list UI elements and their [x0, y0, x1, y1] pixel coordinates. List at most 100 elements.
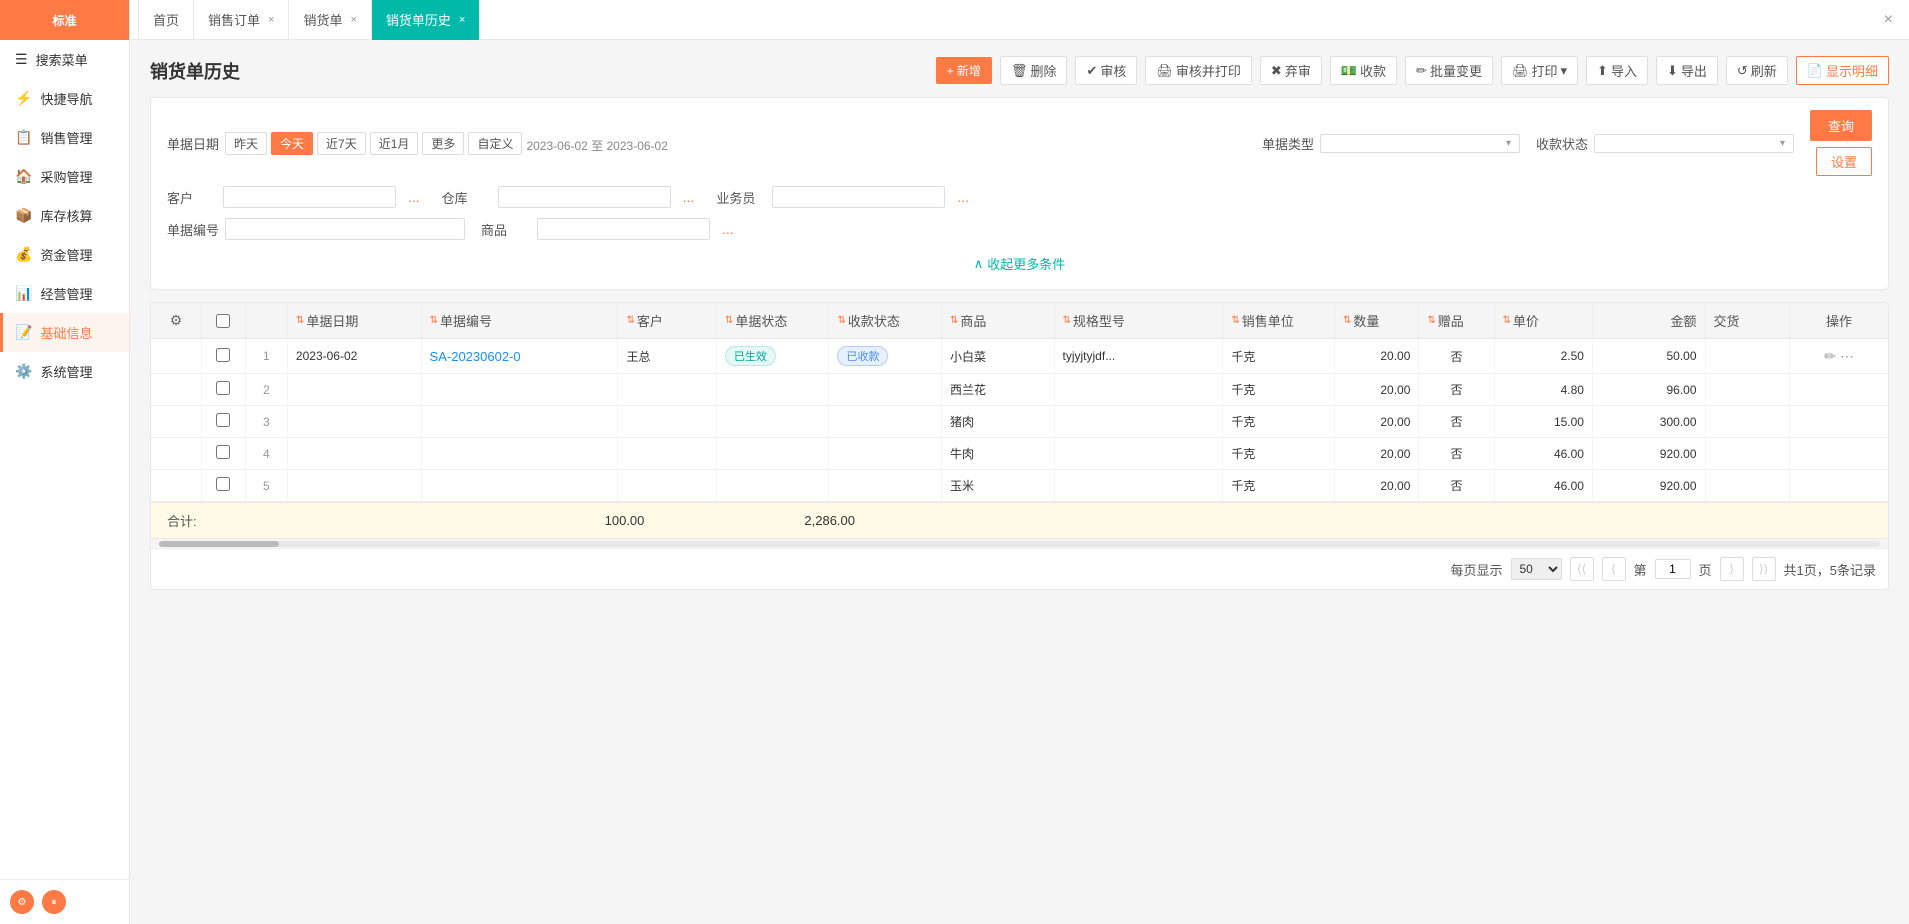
sidebar-collapse-icon[interactable]: ⏸ — [42, 890, 66, 914]
row-check[interactable] — [202, 374, 246, 406]
sidebar-item-search-menu[interactable]: ☰ 搜索菜单 — [0, 40, 129, 79]
row-check[interactable] — [202, 406, 246, 438]
col-status-header[interactable]: ⇅ 单据状态 — [716, 303, 829, 339]
more-icon[interactable]: ⋯ — [1840, 348, 1854, 364]
col-unit-header[interactable]: ⇅ 销售单位 — [1223, 303, 1335, 339]
tab-sales-order[interactable]: 销售订单 × — [194, 0, 289, 40]
filter-customer-ellipsis[interactable]: ... — [402, 187, 426, 207]
spec-sort-icon: ⇅ — [1063, 315, 1071, 326]
page-prev-btn[interactable]: ⟨ — [1602, 557, 1626, 581]
date-btn-more[interactable]: 更多 — [422, 132, 464, 155]
date-btn-custom[interactable]: 自定义 — [468, 132, 522, 155]
print-button[interactable]: 🖨 打印 ▾ — [1501, 56, 1578, 85]
page-first-btn[interactable]: ⟨⟨ — [1570, 557, 1594, 581]
page-last-btn[interactable]: ⟩⟩ — [1752, 557, 1776, 581]
col-id-header[interactable]: ⇅ 单据编号 — [421, 303, 618, 339]
sidebar-item-basic-info[interactable]: 📝 基础信息 — [0, 313, 129, 352]
filter-warehouse-input[interactable] — [498, 186, 671, 208]
tab-sales-goods[interactable]: 销货单 × — [289, 0, 371, 40]
col-qty-header[interactable]: ⇅ 数量 — [1335, 303, 1419, 339]
abandon-button[interactable]: ✖ 弃审 — [1260, 56, 1322, 85]
col-settings-header[interactable]: ⚙ — [151, 303, 202, 339]
audit-icon: ✔ — [1086, 63, 1097, 79]
col-pay-status-header[interactable]: ⇅ 收款状态 — [829, 303, 942, 339]
tab-sales-history[interactable]: 销货单历史 × — [372, 0, 480, 40]
import-button[interactable]: ⬆ 导入 — [1586, 56, 1648, 85]
row-checkbox[interactable] — [216, 445, 230, 459]
export-button[interactable]: ⬇ 导出 — [1656, 56, 1718, 85]
delete-button[interactable]: 🗑 删除 — [1000, 56, 1068, 85]
date-btn-yesterday[interactable]: 昨天 — [225, 132, 267, 155]
tab-sales-order-close[interactable]: × — [268, 14, 274, 26]
row-checkbox[interactable] — [216, 381, 230, 395]
filter-docnum-input[interactable] — [225, 218, 465, 240]
row-checkbox[interactable] — [216, 477, 230, 491]
sidebar-item-operation[interactable]: 📊 经营管理 — [0, 274, 129, 313]
doc-id-link[interactable]: SA-20230602-0 — [430, 349, 521, 364]
tab-sales-goods-close[interactable]: × — [350, 14, 356, 26]
row-transaction — [1705, 470, 1789, 502]
row-checkbox[interactable] — [216, 413, 230, 427]
collapse-more-btn[interactable]: ∧ 收起更多条件 — [167, 250, 1872, 277]
top-tabs: 首页 销售订单 × 销货单 × 销货单历史 × × — [130, 0, 1909, 40]
filter-row-2: 客户 ... 仓库 ... 业务员 ... — [167, 186, 1872, 208]
set-button[interactable]: 设置 — [1816, 147, 1872, 176]
audit-button[interactable]: ✔ 审核 — [1075, 56, 1137, 85]
sidebar-item-inventory[interactable]: 📦 库存核算 — [0, 196, 129, 235]
tab-sales-history-close[interactable]: × — [459, 14, 465, 26]
row-check[interactable] — [202, 339, 246, 374]
tabs-close-all[interactable]: × — [1876, 11, 1901, 29]
filter-warehouse-ellipsis[interactable]: ... — [677, 187, 701, 207]
col-goods-header[interactable]: ⇅ 商品 — [941, 303, 1054, 339]
filter-pay-status-select[interactable]: ▾ — [1594, 134, 1794, 153]
date-btn-7days[interactable]: 近7天 — [317, 132, 366, 155]
edit-icon[interactable]: ✏ — [1824, 348, 1836, 364]
filter-goods-input[interactable] — [537, 218, 710, 240]
sidebar-item-sales-mgmt[interactable]: 📋 销售管理 — [0, 118, 129, 157]
date-btn-today[interactable]: 今天 — [271, 132, 313, 155]
per-page-select[interactable]: 50 100 — [1511, 558, 1562, 580]
sidebar-item-finance[interactable]: 💰 资金管理 — [0, 235, 129, 274]
col-status-label: 单据状态 — [735, 311, 787, 330]
batch-change-button[interactable]: ✏ 批量变更 — [1405, 56, 1493, 85]
col-date-header[interactable]: ⇅ 单据日期 — [287, 303, 421, 339]
new-button[interactable]: + 新增 — [936, 57, 992, 84]
row-date — [287, 406, 421, 438]
col-customer-header[interactable]: ⇅ 客户 — [618, 303, 716, 339]
row-goods: 牛肉 — [941, 438, 1054, 470]
col-amount-header[interactable]: 金额 — [1592, 303, 1705, 339]
row-doc-id[interactable]: SA-20230602-0 — [421, 339, 618, 374]
col-gift-header[interactable]: ⇅ 赠品 — [1419, 303, 1494, 339]
sidebar-item-sys-mgmt[interactable]: ⚙️ 系统管理 — [0, 352, 129, 391]
collect-button[interactable]: 💵 收款 — [1330, 56, 1397, 85]
row-check[interactable] — [202, 470, 246, 502]
query-button[interactable]: 查询 — [1810, 110, 1872, 141]
filter-goods-ellipsis[interactable]: ... — [716, 219, 740, 239]
refresh-button[interactable]: ↺ 刷新 — [1726, 56, 1788, 85]
date-btn-1month[interactable]: 近1月 — [370, 132, 419, 155]
select-all-checkbox[interactable] — [216, 314, 230, 328]
tab-home[interactable]: 首页 — [138, 0, 194, 40]
row-check[interactable] — [202, 438, 246, 470]
col-price-header[interactable]: ⇅ 单价 — [1494, 303, 1592, 339]
scroll-bar-area[interactable] — [151, 538, 1888, 548]
filter-business-input[interactable] — [772, 186, 945, 208]
show-detail-button[interactable]: 📄 显示明细 — [1796, 56, 1889, 85]
audit-print-button[interactable]: 🖨 审核并打印 — [1145, 56, 1252, 85]
filter-customer-input[interactable] — [223, 186, 396, 208]
sidebar-item-quick-nav[interactable]: ⚡ 快捷导航 — [0, 79, 129, 118]
page-input[interactable]: 1 — [1655, 559, 1691, 579]
sidebar-item-purchase-mgmt[interactable]: 🏠 采购管理 — [0, 157, 129, 196]
col-spec-header[interactable]: ⇅ 规格型号 — [1054, 303, 1223, 339]
row-action — [1789, 374, 1888, 406]
row-qty: 20.00 — [1335, 470, 1419, 502]
col-check-header[interactable] — [202, 303, 246, 339]
scroll-bar-thumb[interactable] — [159, 541, 279, 547]
row-amount: 96.00 — [1592, 374, 1705, 406]
settings-icon[interactable]: ⚙ — [170, 312, 183, 328]
row-checkbox[interactable] — [216, 348, 230, 362]
filter-business-ellipsis[interactable]: ... — [951, 187, 975, 207]
filter-doc-type-select[interactable]: ▾ — [1320, 134, 1520, 153]
page-next-btn[interactable]: ⟩ — [1720, 557, 1744, 581]
sidebar-settings-icon[interactable]: ⚙ — [10, 890, 34, 914]
